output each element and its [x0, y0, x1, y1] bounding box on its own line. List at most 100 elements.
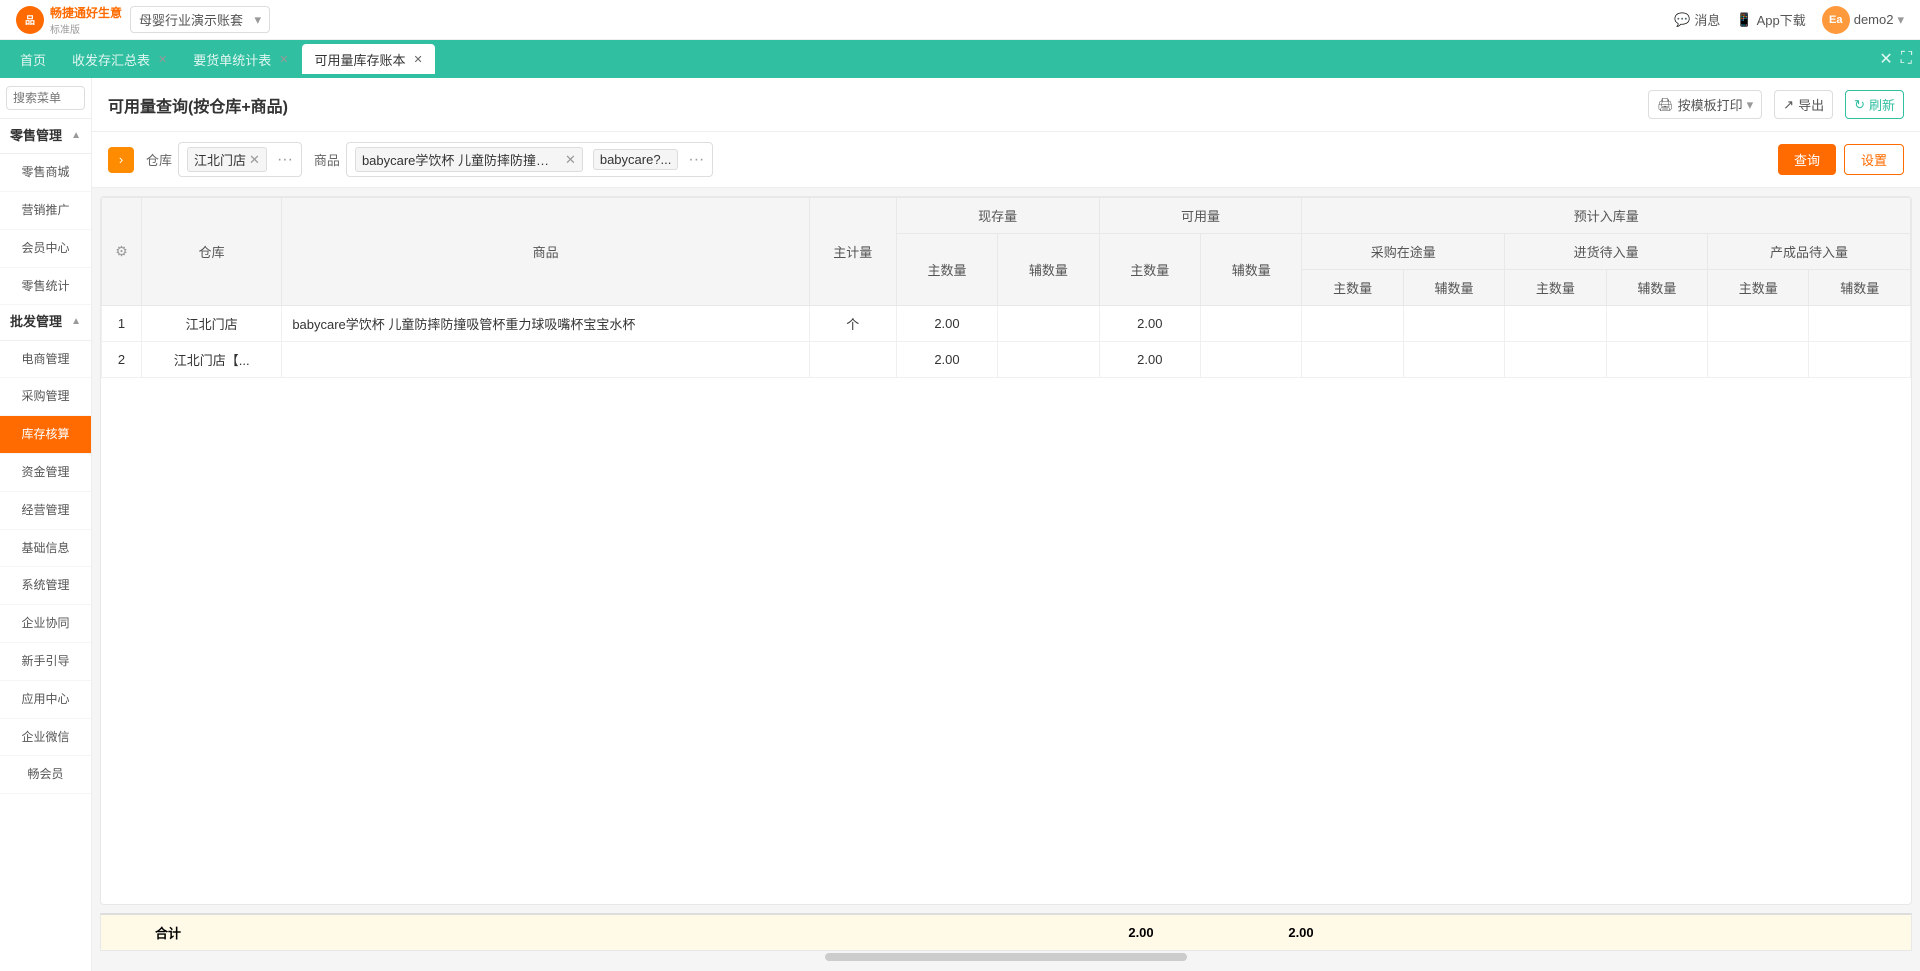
product-more-icon[interactable]: ··· — [688, 151, 704, 169]
settings-button[interactable]: 设置 — [1844, 144, 1904, 175]
main-layout: 零售管理 ▲ 零售商城 营销推广 会员中心 零售统计 批发管理 ▲ 电商管理 采… — [0, 78, 1920, 971]
summary-label: 合计 — [147, 923, 1021, 942]
more-options-icon[interactable]: ··· — [277, 151, 293, 169]
warehouse-label: 仓库 — [146, 150, 172, 169]
sidebar-item-retail-mall[interactable]: 零售商城 — [0, 154, 91, 192]
app-label: App下载 — [1757, 10, 1806, 29]
row-product — [282, 342, 810, 378]
sidebar-item-member[interactable]: 畅会员 — [0, 756, 91, 794]
tab-available-stock-close[interactable]: ✕ — [414, 53, 423, 66]
row-unit — [809, 342, 896, 378]
refresh-button[interactable]: ↻ 刷新 — [1845, 90, 1904, 119]
col-avail-aux-th: 辅数量 — [1201, 234, 1302, 306]
message-button[interactable]: 💬 消息 — [1674, 10, 1720, 29]
dropdown-icon: ▾ — [254, 12, 261, 28]
col-prod-main-th: 主数量 — [1708, 270, 1809, 306]
message-icon: 💬 — [1674, 12, 1690, 28]
filter-bar: › 仓库 江北门店 ✕ ··· 商品 babycare学饮杯 儿童防摔防撞吸管杯… — [92, 132, 1920, 188]
inventory-table: ⚙ 仓库 商品 主计量 现存量 可用量 预计入库量 主数量 辅数量 主数量 辅数… — [101, 197, 1911, 378]
app-download-button[interactable]: 📱 App下载 — [1736, 10, 1805, 29]
gear-icon[interactable]: ⚙ — [115, 243, 128, 259]
page-header: 可用量查询(按仓库+商品) 🖨 按模板打印 ▾ ↗ 导出 ↻ 刷新 — [92, 78, 1920, 132]
close-all-tabs-button[interactable]: ✕ — [1879, 49, 1892, 69]
chevron-up-icon-2: ▲ — [71, 315, 81, 329]
logo-text: 畅捷通好生意 标准版 — [50, 4, 122, 36]
sidebar-item-wholesale-mgmt[interactable]: 批发管理 ▲ — [0, 305, 91, 340]
page-actions: 🖨 按模板打印 ▾ ↗ 导出 ↻ 刷新 — [1648, 90, 1904, 119]
warehouse-tag-remove[interactable]: ✕ — [249, 152, 260, 168]
sidebar-item-app-center[interactable]: 应用中心 — [0, 681, 91, 719]
query-button[interactable]: 查询 — [1778, 144, 1836, 175]
export-button[interactable]: ↗ 导出 — [1774, 90, 1833, 119]
industry-selector[interactable]: 母婴行业演示账套 ▾ — [130, 6, 270, 33]
col-stock-aux-th: 辅数量 — [998, 234, 1099, 306]
warehouse-input[interactable]: 江北门店 ✕ ··· — [178, 142, 302, 177]
sidebar-retail-label: 零售管理 — [10, 127, 62, 145]
nav-controls: ✕ ⛶ — [1879, 49, 1912, 69]
tab-stock-summary[interactable]: 收发存汇总表 ✕ — [60, 44, 179, 74]
search-input[interactable] — [6, 86, 85, 110]
table-row: 1 江北门店 babycare学饮杯 儿童防摔防撞吸管杯重力球吸嘴杯宝宝水杯 个… — [102, 306, 1911, 342]
print-button[interactable]: 🖨 按模板打印 ▾ — [1648, 90, 1762, 119]
row-avail-main: 2.00 — [1099, 342, 1200, 378]
sidebar-item-wechat[interactable]: 企业微信 — [0, 719, 91, 757]
export-label: 导出 — [1798, 95, 1824, 114]
row-prod-aux — [1809, 306, 1911, 342]
group-production: 产成品待入量 — [1708, 234, 1911, 270]
sidebar-item-system[interactable]: 系统管理 — [0, 567, 91, 605]
summary-row: 合计 2.00 2.00 — [100, 913, 1912, 951]
tab-order-stats-label: 要货单统计表 — [193, 50, 271, 69]
sidebar-item-finance[interactable]: 资金管理 — [0, 454, 91, 492]
tab-available-stock[interactable]: 可用量库存账本 ✕ — [302, 44, 434, 74]
product-input[interactable]: babycare学饮杯 儿童防摔防撞吸管杯重力球吸嘴杯宝宝水杯 ✕ babyca… — [346, 142, 713, 177]
tab-stock-summary-close[interactable]: ✕ — [158, 53, 167, 66]
sidebar-item-guide[interactable]: 新手引导 — [0, 643, 91, 681]
nav-tabs: 首页 收发存汇总表 ✕ 要货单统计表 ✕ 可用量库存账本 ✕ ✕ ⛶ — [0, 40, 1920, 78]
row-pur-main — [1302, 306, 1403, 342]
col-arr-aux-th: 辅数量 — [1606, 270, 1707, 306]
row-avail-aux — [1201, 306, 1302, 342]
product-tag-1-remove[interactable]: ✕ — [565, 152, 576, 168]
sidebar-item-enterprise[interactable]: 企业协同 — [0, 605, 91, 643]
row-product: babycare学饮杯 儿童防摔防撞吸管杯重力球吸嘴杯宝宝水杯 — [282, 306, 810, 342]
col-pur-aux-th: 辅数量 — [1403, 270, 1504, 306]
sidebar-item-marketing[interactable]: 营销推广 — [0, 192, 91, 230]
sidebar-item-ecommerce[interactable]: 电商管理 — [0, 341, 91, 379]
sidebar-item-operations[interactable]: 经营管理 — [0, 492, 91, 530]
tab-home[interactable]: 首页 — [8, 44, 58, 74]
sidebar-item-retail-stats[interactable]: 零售统计 — [0, 268, 91, 306]
sidebar-item-inventory[interactable]: 库存核算 — [0, 416, 91, 454]
row-pur-main — [1302, 342, 1403, 378]
user-menu[interactable]: Ea demo2 ▾ — [1822, 6, 1904, 34]
filter-toggle-button[interactable]: › — [108, 147, 134, 173]
col-stock-main-th: 主数量 — [896, 234, 997, 306]
row-pur-aux — [1403, 306, 1504, 342]
sidebar-item-retail-mgmt[interactable]: 零售管理 ▲ — [0, 119, 91, 154]
tab-order-stats-close[interactable]: ✕ — [279, 53, 288, 66]
sidebar-item-basic-info[interactable]: 基础信息 — [0, 530, 91, 568]
row-unit: 个 — [809, 306, 896, 342]
chevron-up-icon: ▲ — [71, 129, 81, 143]
row-arr-main — [1505, 306, 1606, 342]
row-num: 2 — [102, 342, 142, 378]
group-stock: 现存量 — [896, 198, 1099, 234]
top-bar-left: 品 畅捷通好生意 标准版 母婴行业演示账套 ▾ — [16, 4, 270, 36]
tab-order-stats[interactable]: 要货单统计表 ✕ — [181, 44, 300, 74]
group-available: 可用量 — [1099, 198, 1302, 234]
tab-stock-summary-label: 收发存汇总表 — [72, 50, 150, 69]
maximize-button[interactable]: ⛶ — [1901, 50, 1912, 68]
row-num: 1 — [102, 306, 142, 342]
page-title: 可用量查询(按仓库+商品) — [108, 93, 288, 117]
row-prod-main — [1708, 306, 1809, 342]
horizontal-scrollbar[interactable] — [100, 951, 1912, 963]
logo: 品 畅捷通好生意 标准版 — [16, 4, 122, 36]
tab-available-stock-label: 可用量库存账本 — [314, 50, 405, 69]
top-bar: 品 畅捷通好生意 标准版 母婴行业演示账套 ▾ 💬 消息 📱 App下载 Ea … — [0, 0, 1920, 40]
print-label: 按模板打印 — [1678, 95, 1743, 114]
product-tag-1: babycare学饮杯 儿童防摔防撞吸管杯重力球吸嘴杯宝宝水杯 ✕ — [355, 147, 583, 172]
sidebar-item-members[interactable]: 会员中心 — [0, 230, 91, 268]
col-avail-main-th: 主数量 — [1099, 234, 1200, 306]
product-tag-2-value: babycare?... — [600, 152, 672, 167]
scrollbar-thumb[interactable] — [825, 953, 1187, 961]
sidebar-item-purchase[interactable]: 采购管理 — [0, 378, 91, 416]
